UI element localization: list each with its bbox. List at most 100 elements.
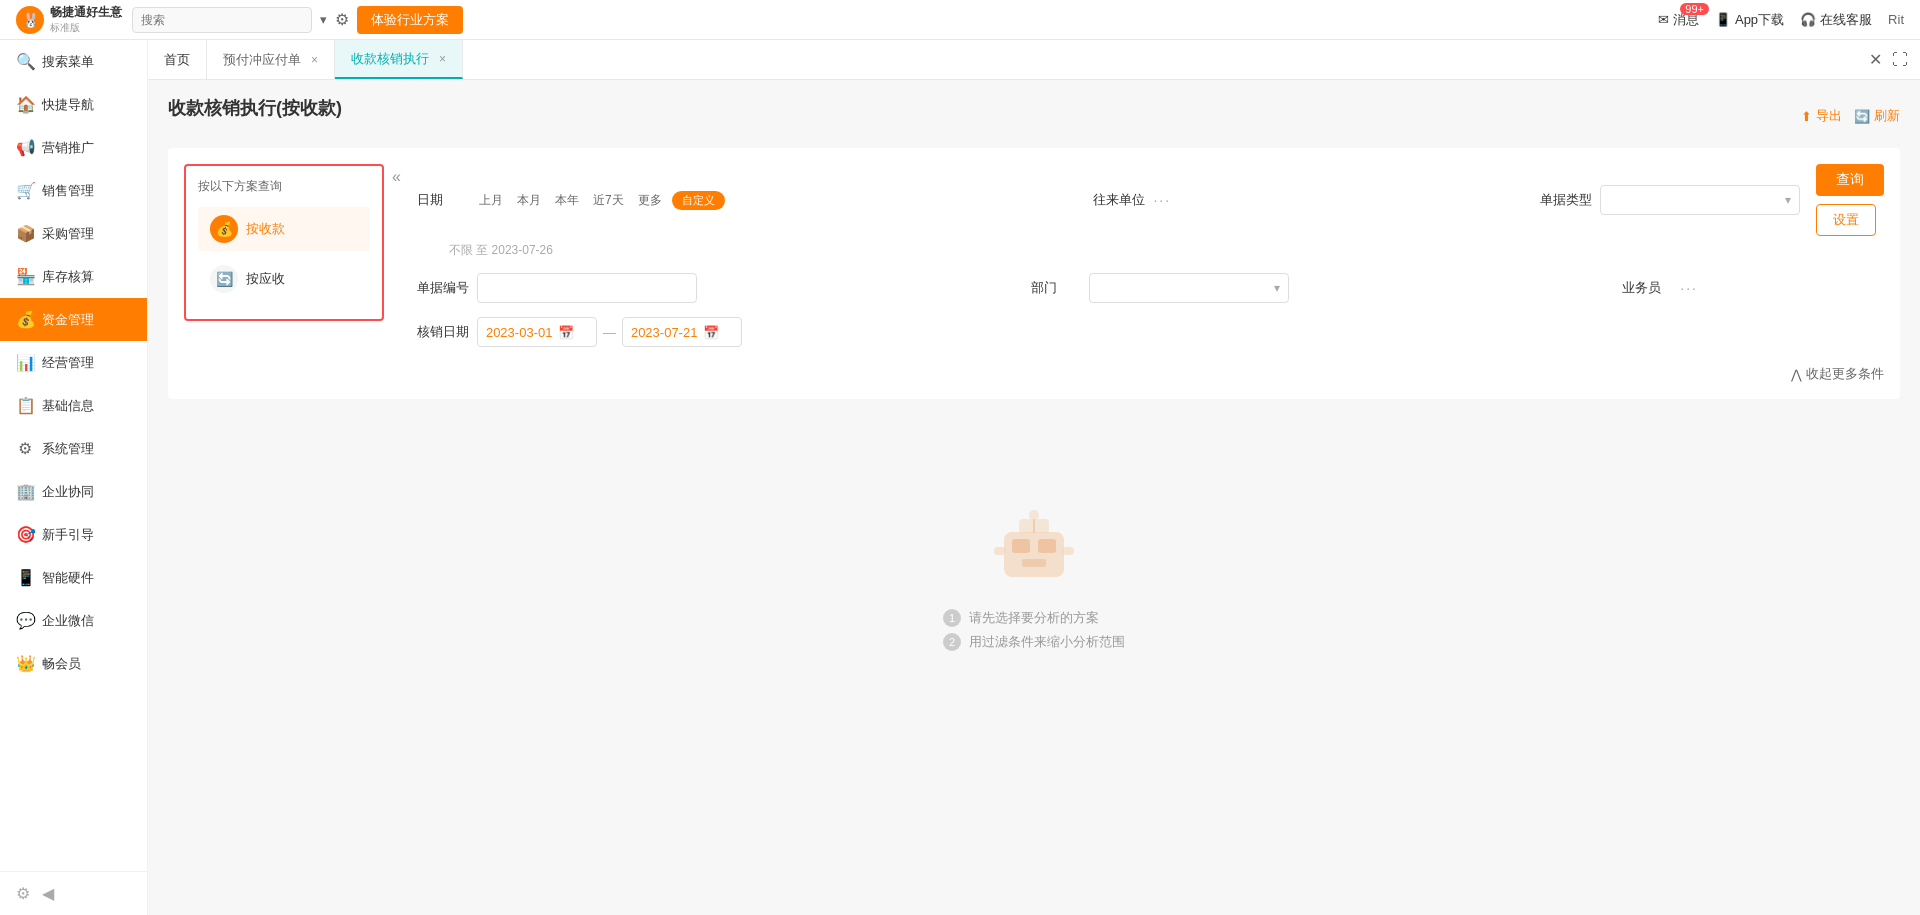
guide-icon: 🎯	[16, 525, 34, 544]
sidebar-item-sales[interactable]: 🛒 销售管理	[0, 169, 147, 212]
sidebar-collapse-icon[interactable]: ◀	[42, 884, 54, 903]
mobile-icon: 📱	[1715, 12, 1731, 27]
verify-date-start-value: 2023-03-01	[486, 325, 553, 340]
tab-bar: 首页 预付冲应付单 × 收款核销执行 × ✕ ⛶	[148, 40, 1920, 80]
filter-row-3: 核销日期 2023-03-01 📅 — 2023-07-21	[417, 317, 1884, 347]
user-name[interactable]: Rit	[1888, 12, 1904, 27]
calendar-start-icon: 📅	[558, 325, 574, 340]
export-btn[interactable]: ⬆ 导出	[1801, 107, 1842, 125]
tab-home[interactable]: 首页	[148, 40, 207, 79]
sidebar-item-wechat[interactable]: 💬 企业微信	[0, 599, 147, 642]
date-7days[interactable]: 近7天	[589, 190, 628, 211]
tab-receipt-verify-close[interactable]: ×	[439, 52, 446, 66]
date-no-limit-text: 不限 至 2023-07-26	[449, 243, 553, 257]
sidebar-label-sales: 销售管理	[42, 182, 94, 200]
sidebar-label-basic-info: 基础信息	[42, 397, 94, 415]
quick-nav-icon: 🏠	[16, 95, 34, 114]
enterprise-icon: 🏢	[16, 482, 34, 501]
filter-counterpart-field: 往来单位 ···	[1093, 191, 1171, 209]
bill-type-arrow-icon: ▾	[1785, 193, 1791, 207]
tab-prepay-close[interactable]: ×	[311, 53, 318, 67]
sidebar-item-purchase[interactable]: 📦 采购管理	[0, 212, 147, 255]
sidebar-label-marketing: 营销推广	[42, 139, 94, 157]
settings-icon[interactable]: ⚙	[335, 10, 349, 29]
tab-prepay[interactable]: 预付冲应付单 ×	[207, 40, 335, 79]
verify-date-start[interactable]: 2023-03-01 📅	[477, 317, 597, 347]
collapse-btn-label: 收起更多条件	[1806, 365, 1884, 383]
filter-date-field: 日期 上月 本月 本年 近7天 更多 自定义	[417, 190, 725, 211]
date-no-limit-row: 不限 至 2023-07-26	[449, 242, 1884, 259]
svg-rect-4	[994, 547, 1006, 555]
filter-bill-type-field: 单据类型 ▾	[1540, 185, 1800, 215]
collapse-more-btn[interactable]: ⋀ 收起更多条件	[1791, 365, 1884, 383]
refresh-btn[interactable]: 🔄 刷新	[1854, 107, 1900, 125]
filter-option-by-receivable[interactable]: 🔄 按应收	[198, 257, 370, 301]
logo-icon: 🐰	[16, 6, 44, 34]
sidebar-bottom: ⚙ ◀	[0, 871, 147, 915]
sidebar-item-hardware[interactable]: 📱 智能硬件	[0, 556, 147, 599]
brand-name: 畅捷通好生意	[50, 4, 122, 21]
bill-no-input[interactable]	[477, 273, 697, 303]
sidebar-item-system[interactable]: ⚙ 系统管理	[0, 427, 147, 470]
online-service-btn[interactable]: 🎧 在线客服	[1800, 11, 1872, 29]
sidebar-label-hardware: 智能硬件	[42, 569, 94, 587]
date-custom[interactable]: 自定义	[672, 191, 725, 210]
sidebar-item-guide[interactable]: 🎯 新手引导	[0, 513, 147, 556]
sidebar-item-marketing[interactable]: 📢 营销推广	[0, 126, 147, 169]
sidebar-item-search-menu[interactable]: 🔍 搜索菜单	[0, 40, 147, 83]
sidebar-item-member[interactable]: 👑 畅会员	[0, 642, 147, 685]
verify-date-end[interactable]: 2023-07-21 📅	[622, 317, 742, 347]
marketing-icon: 📢	[16, 138, 34, 157]
bill-type-select[interactable]: ▾	[1600, 185, 1800, 215]
query-button[interactable]: 查询	[1816, 164, 1884, 196]
system-icon: ⚙	[16, 439, 34, 458]
sidebar-item-inventory[interactable]: 🏪 库存核算	[0, 255, 147, 298]
search-input[interactable]	[132, 7, 312, 33]
filter-option-by-receipt[interactable]: 💰 按收款	[198, 207, 370, 251]
tab-prepay-label: 预付冲应付单	[223, 51, 301, 69]
sidebar-item-operation[interactable]: 📊 经营管理	[0, 341, 147, 384]
sidebar-item-funds[interactable]: 💰 资金管理	[0, 298, 147, 341]
sidebar-label-system: 系统管理	[42, 440, 94, 458]
message-btn[interactable]: ✉ 消息 99+	[1658, 11, 1699, 29]
empty-tips: 1 请先选择要分析的方案 2 用过滤条件来缩小分析范围	[943, 609, 1125, 651]
sidebar-settings-icon[interactable]: ⚙	[16, 884, 30, 903]
page-inner: 收款核销执行(按收款) ⬆ 导出 🔄 刷新	[148, 80, 1920, 765]
filter-plan-selector: 按以下方案查询 💰 按收款 🔄 按应收	[184, 164, 384, 321]
brand: 🐰 畅捷通好生意 标准版	[16, 4, 122, 35]
tip-1-text: 请先选择要分析的方案	[969, 609, 1099, 627]
dropdown-arrow-icon[interactable]: ▾	[320, 12, 327, 27]
sidebar-item-quick-nav[interactable]: 🏠 快捷导航	[0, 83, 147, 126]
counterpart-label: 往来单位	[1093, 191, 1145, 209]
empty-tip-2: 2 用过滤条件来缩小分析范围	[943, 633, 1125, 651]
counterpart-more-btn[interactable]: ···	[1153, 192, 1171, 208]
date-more[interactable]: 更多	[634, 190, 666, 211]
member-icon: 👑	[16, 654, 34, 673]
filter-actions: 查询 设置	[1816, 164, 1884, 236]
verify-date-range: 2023-03-01 📅 — 2023-07-21 📅	[477, 317, 742, 347]
tab-close-btn[interactable]: ✕	[1869, 50, 1882, 69]
sales-icon: 🛒	[16, 181, 34, 200]
sidebar-item-basic-info[interactable]: 📋 基础信息	[0, 384, 147, 427]
date-this-month[interactable]: 本月	[513, 190, 545, 211]
collapse-more-row: ⋀ 收起更多条件	[417, 365, 1884, 383]
sidebar-label-operation: 经营管理	[42, 354, 94, 372]
staff-more-btn[interactable]: ···	[1680, 280, 1698, 296]
basic-info-icon: 📋	[16, 396, 34, 415]
message-badge: 99+	[1680, 3, 1709, 15]
date-last-month[interactable]: 上月	[475, 190, 507, 211]
filter-plan-title: 按以下方案查询	[198, 178, 370, 195]
industry-btn[interactable]: 体验行业方案	[357, 6, 463, 34]
filter-collapse-left-btn[interactable]: «	[392, 168, 401, 186]
app-download-btn[interactable]: 📱 App下载	[1715, 11, 1784, 29]
filter-right: 日期 上月 本月 本年 近7天 更多 自定义	[417, 164, 1884, 383]
sidebar-item-enterprise[interactable]: 🏢 企业协同	[0, 470, 147, 513]
headset-icon: 🎧	[1800, 12, 1816, 27]
filter-left-wrapper: 按以下方案查询 💰 按收款 🔄 按应收	[184, 164, 401, 383]
filter-by-receivable-icon: 🔄	[210, 265, 238, 293]
date-this-year[interactable]: 本年	[551, 190, 583, 211]
tab-receipt-verify[interactable]: 收款核销执行 ×	[335, 40, 463, 79]
settings-button[interactable]: 设置	[1816, 204, 1876, 236]
tab-expand-btn[interactable]: ⛶	[1892, 51, 1908, 69]
department-select[interactable]: ▾	[1089, 273, 1289, 303]
